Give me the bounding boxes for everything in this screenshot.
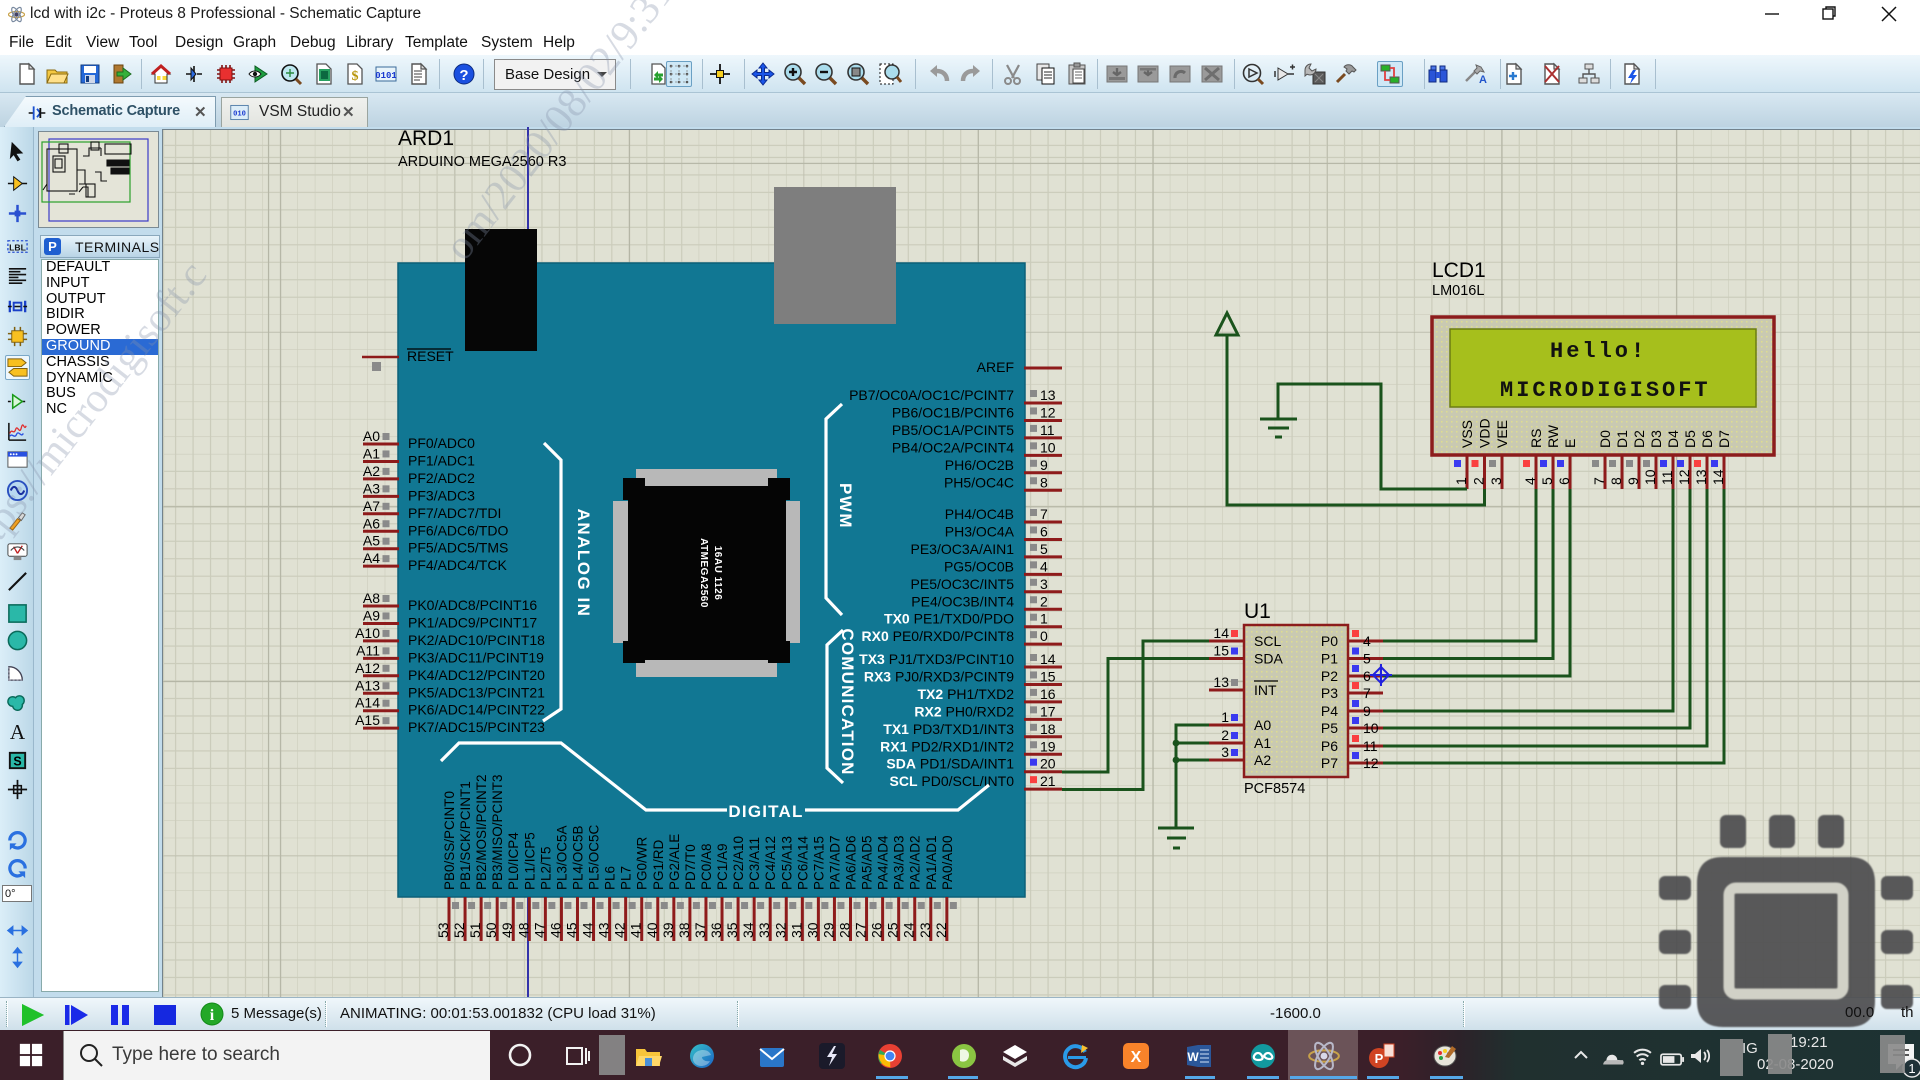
svg-text:?: ? (459, 67, 468, 84)
svg-text:A: A (1479, 74, 1487, 86)
svg-text:P: P (1375, 1051, 1384, 1066)
svg-text:X: X (1131, 1049, 1142, 1066)
svg-text:W: W (1187, 1050, 1199, 1064)
svg-text:S: S (13, 754, 21, 768)
svg-text:LBL: LBL (9, 242, 26, 252)
svg-text:010: 010 (233, 111, 246, 119)
svg-text:A: A (10, 720, 26, 743)
svg-text:i: i (210, 1007, 215, 1024)
svg-text:0101: 0101 (375, 71, 397, 81)
svg-text:$: $ (352, 69, 359, 84)
svg-text:1: 1 (1908, 1061, 1915, 1076)
